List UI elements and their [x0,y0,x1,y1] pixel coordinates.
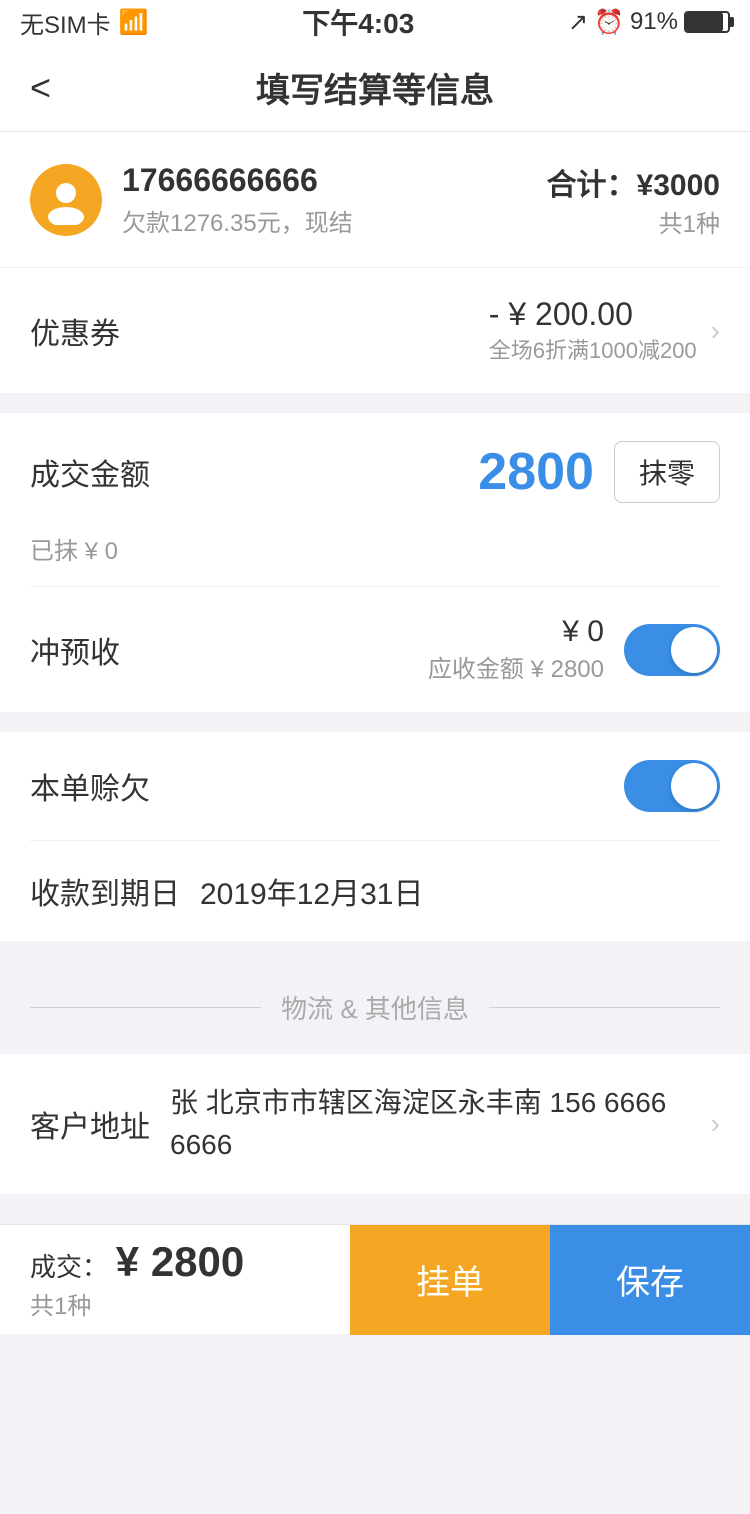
address-label: 客户地址 [30,1102,150,1146]
coupon-amount: - ¥ 200.00 [489,296,697,333]
bottom-deal-label: 成交： [30,1252,108,1282]
chevron-right-icon: › [711,315,720,347]
bottom-info: 成交： ¥ 2800 共1种 [0,1238,350,1321]
prepay-sub: 应收金额 ¥ 2800 [428,649,604,684]
debit-toggle[interactable] [624,760,720,812]
deal-label: 成交金额 [30,450,150,494]
coupon-right: - ¥ 200.00 全场6折满1000减200 › [489,296,720,365]
status-left: 无SIM卡 📶 [20,5,149,40]
customer-card: 17666666666 欠款1276.35元，现结 合计：¥3000 共1种 [0,132,750,267]
avatar [30,164,102,236]
debit-section: 本单赊欠 收款到期日 2019年12月31日 [0,732,750,941]
hang-button[interactable]: 挂单 [350,1225,550,1335]
section-gap-3 [0,941,750,961]
prepay-row: 冲预收 ¥ 0 应收金额 ¥ 2800 [0,587,750,712]
status-bar: 无SIM卡 📶 下午4:03 ↗ ⏰ 91% [0,0,750,44]
address-value: 张 北京市市辖区海淀区永丰南 156 6666 6666 [170,1082,707,1166]
total-amount: 合计：¥3000 [547,160,720,204]
prepay-amount: ¥ 0 [562,615,604,649]
coupon-row[interactable]: 优惠券 - ¥ 200.00 全场6折满1000减200 › [0,268,750,393]
logistics-section-title: 物流 & 其他信息 [0,961,750,1054]
page-title: 填写结算等信息 [256,63,494,112]
logistics-label: 物流 & 其他信息 [281,989,469,1026]
time-label: 下午4:03 [302,2,414,42]
prepay-info: ¥ 0 应收金额 ¥ 2800 [428,615,604,684]
deal-sub: 已抹 ¥ 0 [0,531,750,586]
save-button[interactable]: 保存 [550,1225,750,1335]
deal-right: 2800 抹零 [478,441,720,503]
wifi-icon: 📶 [119,8,149,37]
chevron-right-icon-address: › [711,1108,720,1140]
customer-total: 合计：¥3000 共1种 [547,160,720,239]
prepay-toggle[interactable] [624,624,720,676]
carrier-label: 无SIM卡 [20,5,111,40]
customer-phone: 17666666666 [122,162,353,199]
customer-debt: 欠款1276.35元，现结 [122,203,353,238]
section-gap-1 [0,393,750,413]
title-line-right [489,1007,720,1008]
due-date-value: 2019年12月31日 [200,869,423,913]
coupon-desc: 全场6折满1000减200 [489,333,697,365]
debit-label: 本单赊欠 [30,764,150,808]
total-count: 共1种 [547,204,720,239]
prepay-label: 冲预收 [30,628,120,672]
bottom-deal-amount: ¥ 2800 [116,1238,244,1285]
coupon-label: 优惠券 [30,309,120,353]
customer-left: 17666666666 欠款1276.35元，现结 [30,162,353,238]
battery-percentage: 91% [630,8,678,36]
bottom-spacer [0,1394,750,1514]
nav-bar: < 填写结算等信息 [0,44,750,132]
due-date-row: 收款到期日 2019年12月31日 [0,841,750,941]
deal-amount: 2800 [478,442,594,502]
address-row[interactable]: 客户地址 张 北京市市辖区海淀区永丰南 156 6666 6666 › [0,1054,750,1194]
section-gap-2 [0,712,750,732]
customer-info: 17666666666 欠款1276.35元，现结 [122,162,353,238]
alarm-icon: ⏰ [594,8,624,37]
bottom-deal-count: 共1种 [30,1286,320,1321]
location-icon: ↗ [568,8,588,37]
status-right: ↗ ⏰ 91% [568,8,730,37]
battery-icon [684,11,730,33]
deal-section: 成交金额 2800 抹零 已抹 ¥ 0 冲预收 ¥ 0 应收金额 ¥ 2800 [0,413,750,712]
back-button[interactable]: < [30,67,51,109]
round-button[interactable]: 抹零 [614,441,720,503]
title-line-left [30,1007,261,1008]
due-date-label: 收款到期日 [30,869,180,913]
debit-row: 本单赊欠 [0,732,750,840]
deal-row: 成交金额 2800 抹零 [0,413,750,531]
bottom-deal-row: 成交： ¥ 2800 [30,1238,320,1286]
bottom-bar: 成交： ¥ 2800 共1种 挂单 保存 [0,1224,750,1334]
